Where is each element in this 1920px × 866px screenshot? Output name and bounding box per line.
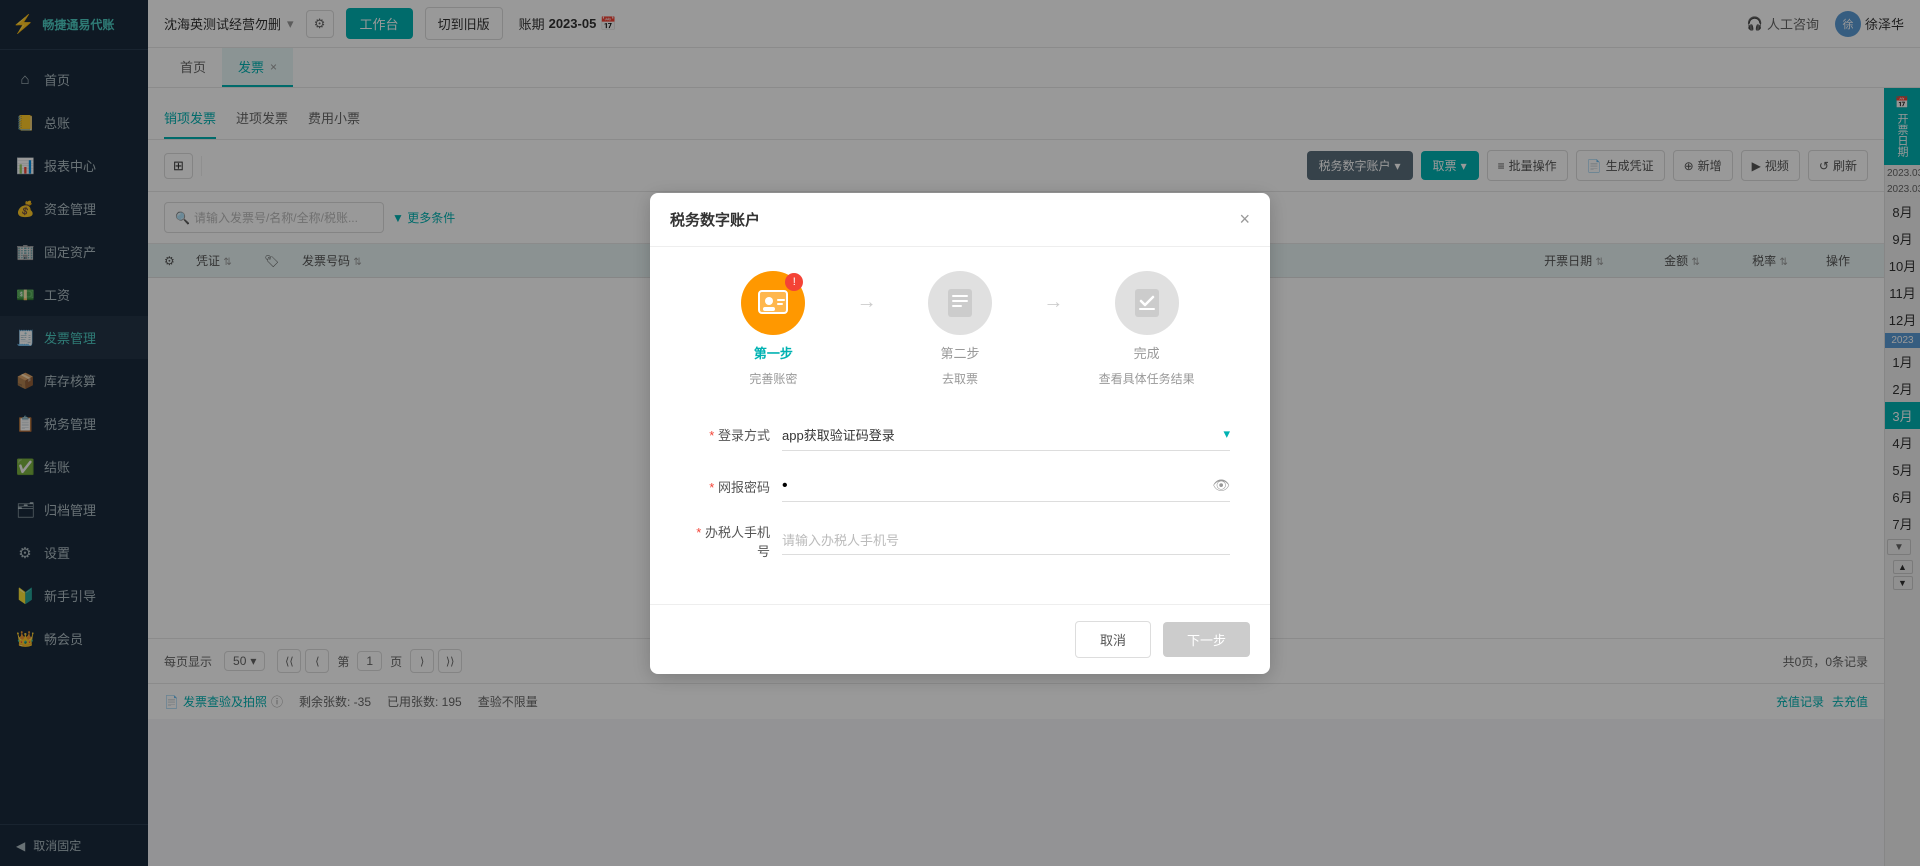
modal-header: 税务数字账户 × [650, 193, 1270, 247]
login-method-value: app获取验证码登录 [782, 425, 895, 444]
modal-close-button[interactable]: × [1239, 209, 1250, 230]
password-input[interactable] [782, 471, 1212, 501]
form-row-phone: * 办税人手机号 [690, 522, 1230, 560]
step-2-icon [928, 271, 992, 335]
password-control: 👁 [782, 471, 1230, 502]
arrow-1: → [857, 271, 877, 314]
step-2-desc: 去取票 [942, 370, 978, 387]
step-1-icon: ! [741, 271, 805, 335]
step-2-label: 第二步 [941, 343, 980, 362]
modal-overlay: 税务数字账户 × ! [0, 0, 1920, 866]
steps: ! 第一步 完善账密 → [690, 271, 1230, 387]
step-1: ! 第一步 完善账密 [690, 271, 857, 387]
login-method-control: app获取验证码登录 ▾ [782, 419, 1230, 451]
step-2: 第二步 去取票 [877, 271, 1044, 387]
step-3: 完成 查看具体任务结果 [1063, 271, 1230, 387]
step-1-error-badge: ! [785, 273, 803, 291]
arrow-2: → [1043, 271, 1063, 314]
required-star-2: * [709, 480, 714, 495]
form-row-login-method: * 登录方式 app获取验证码登录 ▾ [690, 419, 1230, 451]
modal-footer: 取消 下一步 [650, 604, 1270, 674]
next-button[interactable]: 下一步 [1163, 622, 1250, 657]
login-method-select[interactable]: app获取验证码登录 ▾ [782, 419, 1230, 451]
select-dropdown-icon: ▾ [1223, 426, 1230, 442]
step-1-label: 第一步 [754, 343, 793, 362]
step-3-label: 完成 [1134, 343, 1160, 362]
modal-body: ! 第一步 完善账密 → [650, 247, 1270, 604]
eye-toggle-icon[interactable]: 👁 [1212, 477, 1230, 494]
phone-input[interactable] [782, 527, 1230, 555]
login-method-label: * 登录方式 [690, 425, 770, 444]
password-input-wrapper: 👁 [782, 471, 1230, 502]
step-3-icon [1115, 271, 1179, 335]
cancel-button[interactable]: 取消 [1075, 621, 1151, 658]
step-3-desc: 查看具体任务结果 [1099, 370, 1195, 387]
step-1-desc: 完善账密 [749, 370, 797, 387]
password-label: * 网报密码 [690, 477, 770, 496]
required-star-3: * [696, 525, 701, 540]
required-star: * [709, 428, 714, 443]
tax-digital-modal: 税务数字账户 × ! [650, 193, 1270, 674]
form-row-password: * 网报密码 👁 [690, 471, 1230, 502]
modal-title: 税务数字账户 [670, 209, 760, 230]
phone-label: * 办税人手机号 [690, 522, 770, 560]
phone-control [782, 527, 1230, 555]
